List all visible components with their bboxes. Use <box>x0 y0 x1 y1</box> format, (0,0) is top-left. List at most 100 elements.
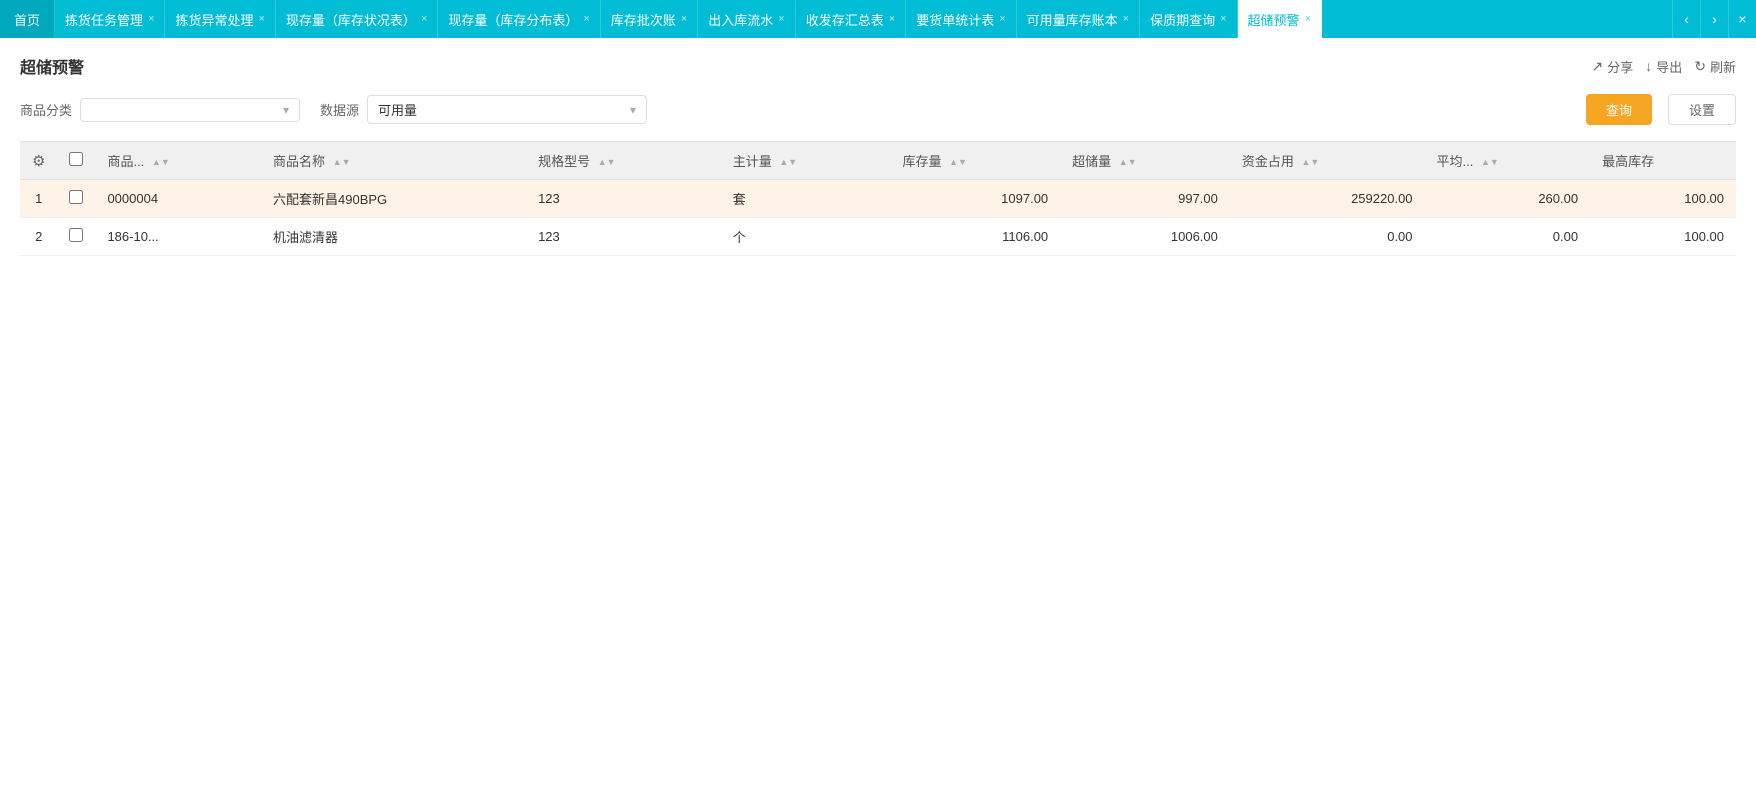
tab-close-icon-3[interactable]: × <box>583 13 589 25</box>
th-product-code: 商品... ▲▼ <box>95 142 261 180</box>
query-button[interactable]: 查询 <box>1586 94 1652 125</box>
datasource-label: 数据源 <box>320 100 359 119</box>
nav-prev-btn[interactable]: ‹ <box>1672 0 1700 38</box>
refresh-button[interactable]: ↻ 刷新 <box>1694 57 1736 76</box>
top-nav: 首页 拣货任务管理 × 拣货异常处理 × 现存量（库存状况表） × 现存量（库存… <box>0 0 1756 38</box>
row-avg-0: 260.00 <box>1425 180 1591 218</box>
chevron-down-icon: ▾ <box>283 103 289 117</box>
page-content: 超储预警 ↗ 分享 ↓ 导出 ↻ 刷新 商品分类 ▾ 数据源 <box>0 38 1756 800</box>
row-select-checkbox-1[interactable] <box>69 228 83 242</box>
row-product-name-0: 六配套新昌490BPG <box>261 180 526 218</box>
row-num-1: 2 <box>20 218 57 256</box>
share-icon: ↗ <box>1591 58 1603 75</box>
th-spec: 规格型号 ▲▼ <box>526 142 721 180</box>
sort-arrows-avg[interactable]: ▲▼ <box>1481 158 1499 167</box>
th-stock: 库存量 ▲▼ <box>890 142 1060 180</box>
tab-close-icon-7[interactable]: × <box>999 13 1005 25</box>
datasource-select-value: 可用量 <box>378 100 417 119</box>
row-unit-0: 套 <box>721 180 891 218</box>
nav-home[interactable]: 首页 <box>0 0 55 38</box>
tab-close-icon-0[interactable]: × <box>148 13 154 25</box>
tab-close-icon-8[interactable]: × <box>1123 13 1129 25</box>
export-icon: ↓ <box>1645 58 1652 74</box>
category-label: 商品分类 <box>20 100 72 119</box>
row-checkbox-0 <box>57 180 95 218</box>
tab-close-icon-9[interactable]: × <box>1220 13 1226 25</box>
th-overstock: 超储量 ▲▼ <box>1060 142 1230 180</box>
row-capital-0: 259220.00 <box>1230 180 1425 218</box>
sort-arrows-capital[interactable]: ▲▼ <box>1302 158 1320 167</box>
th-settings: ⚙ <box>20 142 57 180</box>
nav-tab-0[interactable]: 拣货任务管理 × <box>55 0 165 38</box>
chevron-down-icon-2: ▾ <box>630 103 636 117</box>
row-spec-1: 123 <box>526 218 721 256</box>
nav-tab-10[interactable]: 超储预警 × <box>1238 0 1322 38</box>
nav-tab-7[interactable]: 要货单统计表 × <box>906 0 1016 38</box>
nav-tab-8[interactable]: 可用量库存账本 × <box>1017 0 1140 38</box>
datasource-filter: 数据源 可用量 ▾ <box>320 95 647 124</box>
nav-tab-5[interactable]: 出入库流水 × <box>698 0 795 38</box>
row-unit-1: 个 <box>721 218 891 256</box>
row-overstock-0: 997.00 <box>1060 180 1230 218</box>
sort-arrows-overstock[interactable]: ▲▼ <box>1119 158 1137 167</box>
tab-close-icon-6[interactable]: × <box>889 13 895 25</box>
sort-arrows-name[interactable]: ▲▼ <box>333 158 351 167</box>
filter-row: 商品分类 ▾ 数据源 可用量 ▾ 查询 设置 <box>20 94 1736 125</box>
table-header-row: ⚙ 商品... ▲▼ 商品名称 ▲▼ 规格型号 ▲▼ 主计 <box>20 142 1736 180</box>
sort-arrows-stock[interactable]: ▲▼ <box>949 158 967 167</box>
page-title: 超储预警 <box>20 54 84 78</box>
nav-close-all-btn[interactable]: × <box>1728 0 1756 38</box>
row-stock-0: 1097.00 <box>890 180 1060 218</box>
tab-close-icon-5[interactable]: × <box>778 13 784 25</box>
settings-icon[interactable]: ⚙ <box>32 153 45 170</box>
row-overstock-1: 1006.00 <box>1060 218 1230 256</box>
row-product-code-1: 186-10... <box>95 218 261 256</box>
row-capital-1: 0.00 <box>1230 218 1425 256</box>
th-capital: 资金占用 ▲▼ <box>1230 142 1425 180</box>
tab-close-icon-4[interactable]: × <box>681 13 687 25</box>
nav-arrows: ‹ › × <box>1672 0 1756 38</box>
header-actions: ↗ 分享 ↓ 导出 ↻ 刷新 <box>1591 57 1736 76</box>
th-checkbox <box>57 142 95 180</box>
nav-tab-6[interactable]: 收发存汇总表 × <box>796 0 906 38</box>
select-all-checkbox[interactable] <box>69 152 83 166</box>
nav-tab-9[interactable]: 保质期查询 × <box>1140 0 1237 38</box>
sort-arrows-spec[interactable]: ▲▼ <box>598 158 616 167</box>
row-spec-0: 123 <box>526 180 721 218</box>
row-product-name-1: 机油滤清器 <box>261 218 526 256</box>
datasource-select[interactable]: 可用量 ▾ <box>367 95 647 124</box>
nav-tab-3[interactable]: 现存量（库存分布表） × <box>438 0 600 38</box>
row-max-stock-0: 100.00 <box>1590 180 1736 218</box>
tab-close-icon-10[interactable]: × <box>1305 13 1311 25</box>
page-header: 超储预警 ↗ 分享 ↓ 导出 ↻ 刷新 <box>20 54 1736 78</box>
data-table: ⚙ 商品... ▲▼ 商品名称 ▲▼ 规格型号 ▲▼ 主计 <box>20 141 1736 256</box>
tab-close-icon-1[interactable]: × <box>258 13 264 25</box>
row-select-checkbox-0[interactable] <box>69 190 83 204</box>
sort-arrows-code[interactable]: ▲▼ <box>152 158 170 167</box>
category-select[interactable]: ▾ <box>80 98 300 122</box>
th-product-name: 商品名称 ▲▼ <box>261 142 526 180</box>
share-button[interactable]: ↗ 分享 <box>1591 57 1633 76</box>
table-body: 1 0000004 六配套新昌490BPG 123 套 1097.00 997.… <box>20 180 1736 256</box>
category-filter: 商品分类 ▾ <box>20 98 300 122</box>
nav-tab-4[interactable]: 库存批次账 × <box>601 0 698 38</box>
row-product-code-0: 0000004 <box>95 180 261 218</box>
row-max-stock-1: 100.00 <box>1590 218 1736 256</box>
nav-tab-2[interactable]: 现存量（库存状况表） × <box>276 0 438 38</box>
table-row: 1 0000004 六配套新昌490BPG 123 套 1097.00 997.… <box>20 180 1736 218</box>
export-button[interactable]: ↓ 导出 <box>1645 57 1682 76</box>
row-checkbox-1 <box>57 218 95 256</box>
nav-tab-1[interactable]: 拣货异常处理 × <box>165 0 275 38</box>
row-num-0: 1 <box>20 180 57 218</box>
nav-next-btn[interactable]: › <box>1700 0 1728 38</box>
sort-arrows-unit[interactable]: ▲▼ <box>779 158 797 167</box>
row-avg-1: 0.00 <box>1425 218 1591 256</box>
table-row: 2 186-10... 机油滤清器 123 个 1106.00 1006.00 … <box>20 218 1736 256</box>
th-unit: 主计量 ▲▼ <box>721 142 891 180</box>
set-button[interactable]: 设置 <box>1668 94 1736 125</box>
refresh-icon: ↻ <box>1694 58 1706 75</box>
row-stock-1: 1106.00 <box>890 218 1060 256</box>
th-max-stock: 最高库存 <box>1590 142 1736 180</box>
tab-close-icon-2[interactable]: × <box>421 13 427 25</box>
th-avg: 平均... ▲▼ <box>1425 142 1591 180</box>
